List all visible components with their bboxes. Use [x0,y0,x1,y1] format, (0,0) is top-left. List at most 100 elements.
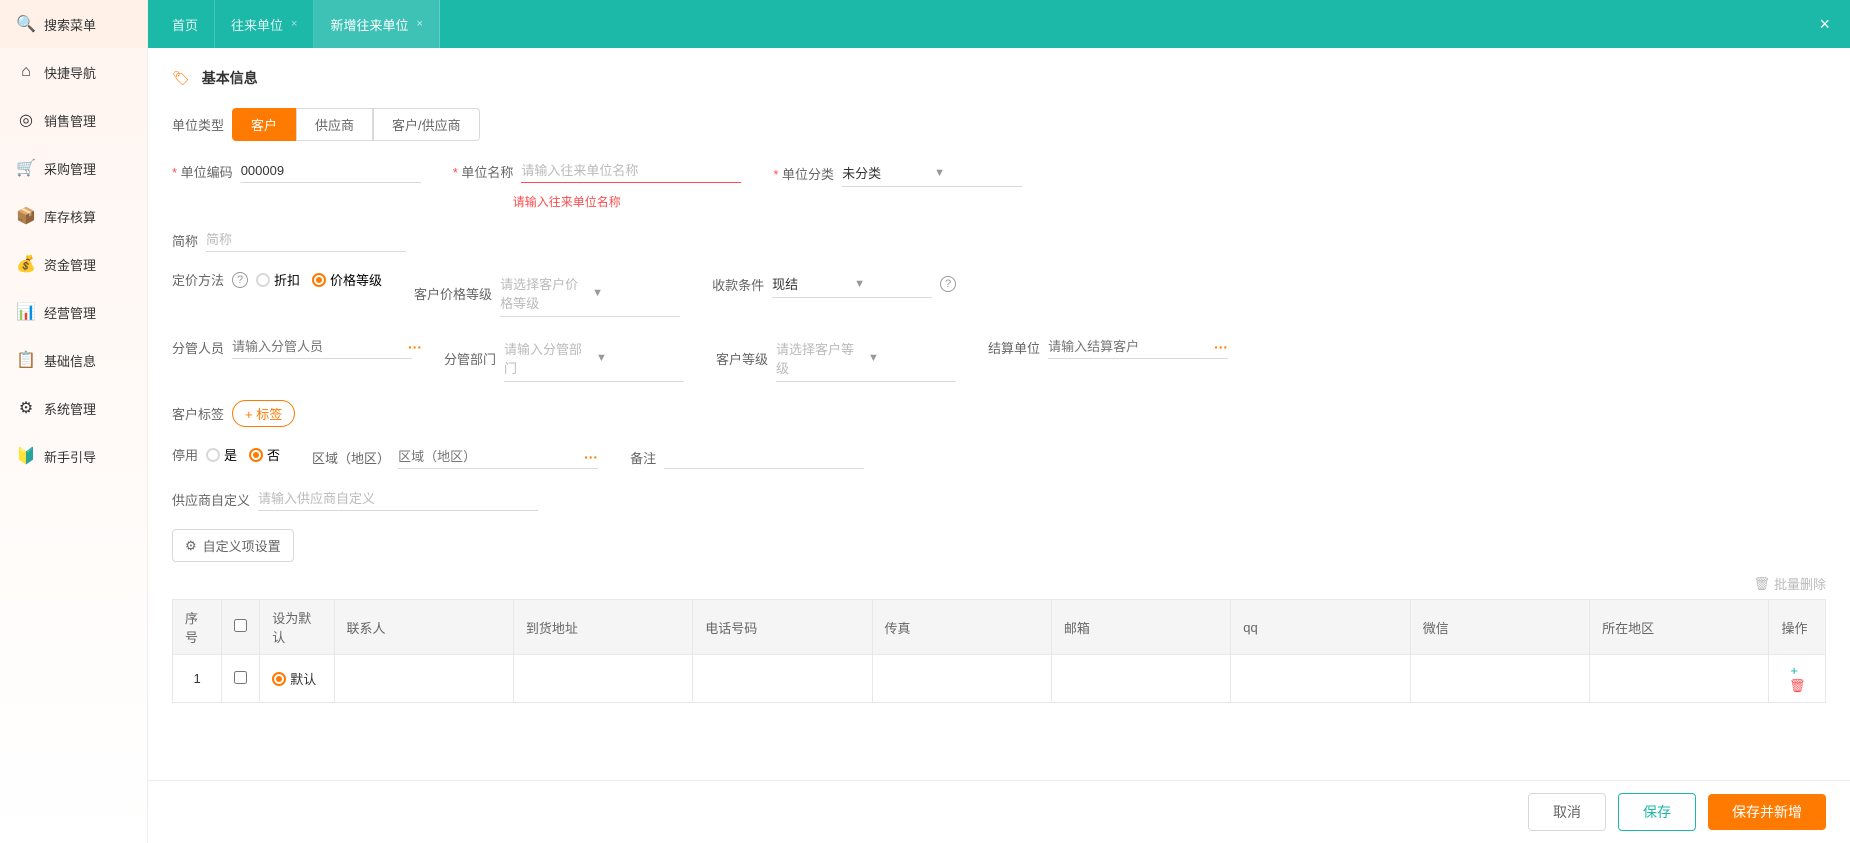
payment-terms-select[interactable]: 现结 ▼ [772,270,932,298]
chevron-down-icon-price: ▼ [592,287,680,299]
region-label: 区域（地区） [312,448,390,467]
customer-price-level-field: 客户价格等级 请选择客户价格等级 ▼ [414,270,680,317]
unit-category-select[interactable]: 未分类 ▼ [842,159,1022,187]
table-header: 序号 设为默认 联系人 到货地址 电话号码 传真 邮箱 qq 微信 所在地区 操… [173,600,1826,655]
pricing-option-discount[interactable]: 折扣 [256,270,300,289]
disabled-row: 停用 是 否 区域（地区） ··· [172,445,1826,469]
chevron-down-icon: ▼ [934,167,1022,179]
pricing-method-label: 定价方法 [172,270,224,289]
customer-price-level-select[interactable]: 请选择客户价格等级 ▼ [500,270,680,317]
col-contact: 联系人 [334,600,513,655]
funds-icon: 💰 [16,254,36,274]
unit-btn-customer[interactable]: 客户 [232,108,296,141]
customer-level-select[interactable]: 请选择客户等级 ▼ [776,335,956,382]
abbr-input[interactable] [206,228,406,252]
delete-row-btn[interactable]: 🗑 [1789,678,1806,693]
unit-code-input[interactable] [241,159,421,183]
sidebar-item-funds[interactable]: 💰 资金管理 [0,240,147,288]
row-checkbox[interactable] [234,671,247,684]
batch-delete-label[interactable]: 批量删除 [1774,574,1826,593]
sidebar-search[interactable]: 🔍 搜索菜单 [0,0,147,48]
add-tag-button[interactable]: + 标签 [232,400,295,427]
unit-type-field: 单位类型 客户 供应商 客户/供应商 [172,108,480,141]
qq-input[interactable] [1243,671,1398,686]
manager-row: 分管人员 ··· 分管部门 请输入分管部门 ▼ 客户等级 请选择客户等级 ▼ [172,335,1826,382]
tab-new-partner[interactable]: 新增往来单位 × [314,0,439,48]
row-default: 默认 [260,655,334,703]
tab-home[interactable]: 首页 [156,0,215,48]
dept-field: 分管部门 请输入分管部门 ▼ [444,335,684,382]
batch-delete-area: 🗑 批量删除 [172,574,1826,593]
contact-input[interactable] [347,671,501,686]
row-region-input[interactable] [1602,671,1756,686]
save-button[interactable]: 保存 [1618,793,1696,831]
unit-category-field: 单位分类 未分类 ▼ [773,159,1022,187]
unit-name-input[interactable] [521,159,741,183]
disabled-radio-group: 是 否 [206,445,280,464]
select-all-checkbox[interactable] [234,619,247,632]
remark-input[interactable] [664,445,864,469]
row-phone [693,655,872,703]
sidebar-item-purchase[interactable]: 🛒 采购管理 [0,144,147,192]
dept-select[interactable]: 请输入分管部门 ▼ [504,335,684,382]
unit-btn-both[interactable]: 客户/供应商 [373,108,480,141]
tag-row: 客户标签 + 标签 [172,400,1826,427]
save-and-new-button[interactable]: 保存并新增 [1708,794,1826,830]
unit-type-group: 客户 供应商 客户/供应商 [232,108,480,141]
sidebar-item-guide[interactable]: 🔰 新手引导 [0,432,147,480]
settlement-input-group: ··· [1048,335,1228,359]
radio-level [312,273,326,287]
row-address [513,655,692,703]
sidebar-item-system[interactable]: ⚙ 系统管理 [0,384,147,432]
address-input[interactable] [526,671,680,686]
col-email: 邮箱 [1051,600,1230,655]
disabled-yes[interactable]: 是 [206,445,237,464]
search-icon: 🔍 [16,14,36,34]
disabled-no[interactable]: 否 [249,445,280,464]
fax-input[interactable] [885,671,1039,686]
sidebar-item-operations[interactable]: 📊 经营管理 [0,288,147,336]
box-icon: 📦 [16,206,36,226]
supplier-custom-field: 供应商自定义 [172,487,538,511]
radio-default [272,672,286,686]
row-default-radio[interactable]: 默认 [272,669,321,688]
custom-settings-button[interactable]: ⚙ 自定义项设置 [172,529,294,562]
customer-price-level-label: 客户价格等级 [414,284,492,303]
manager-more-btn[interactable]: ··· [408,339,422,355]
phone-input[interactable] [705,671,859,686]
email-input[interactable] [1064,671,1218,686]
sidebar-item-basic-info[interactable]: 📋 基础信息 [0,336,147,384]
cancel-button[interactable]: 取消 [1528,793,1606,831]
col-default: 设为默认 [260,600,334,655]
col-qq: qq [1231,600,1411,655]
tab-close-partner-list[interactable]: × [291,18,297,30]
settlement-more-btn[interactable]: ··· [1214,339,1228,355]
tab-partner-list[interactable]: 往来单位 × [215,0,314,48]
pricing-radio-group: 折扣 价格等级 [256,270,382,289]
region-input[interactable] [398,445,584,468]
chart-icon: 📊 [16,302,36,322]
supplier-custom-label: 供应商自定义 [172,490,250,509]
code-name-row: 单位编码 单位名称 请输入往来单位名称 单位分类 未分类 ▼ [172,159,1826,210]
remark-field: 备注 [630,445,864,469]
pricing-help-icon[interactable]: ? [232,272,248,288]
settlement-input[interactable] [1048,335,1214,358]
payment-terms-field: 收款条件 现结 ▼ ? [712,270,956,298]
unit-btn-supplier[interactable]: 供应商 [296,108,373,141]
manager-input[interactable] [232,335,408,358]
sidebar-item-inventory[interactable]: 📦 库存核算 [0,192,147,240]
row-no: 1 [173,655,222,703]
close-all-button[interactable]: × [1807,14,1842,35]
pricing-option-level[interactable]: 价格等级 [312,270,382,289]
region-more-btn[interactable]: ··· [584,449,598,465]
guide-icon: 🔰 [16,446,36,466]
tab-close-new-partner[interactable]: × [416,18,422,30]
radio-discount [256,273,270,287]
wechat-input[interactable] [1423,671,1577,686]
supplier-custom-input[interactable] [258,487,538,511]
sidebar-item-quick-nav[interactable]: ⌂ 快捷导航 [0,48,147,96]
add-row-btn[interactable]: + [1790,663,1798,678]
sidebar-item-sales[interactable]: ◎ 销售管理 [0,96,147,144]
col-address: 到货地址 [513,600,692,655]
payment-help-icon[interactable]: ? [940,276,956,292]
